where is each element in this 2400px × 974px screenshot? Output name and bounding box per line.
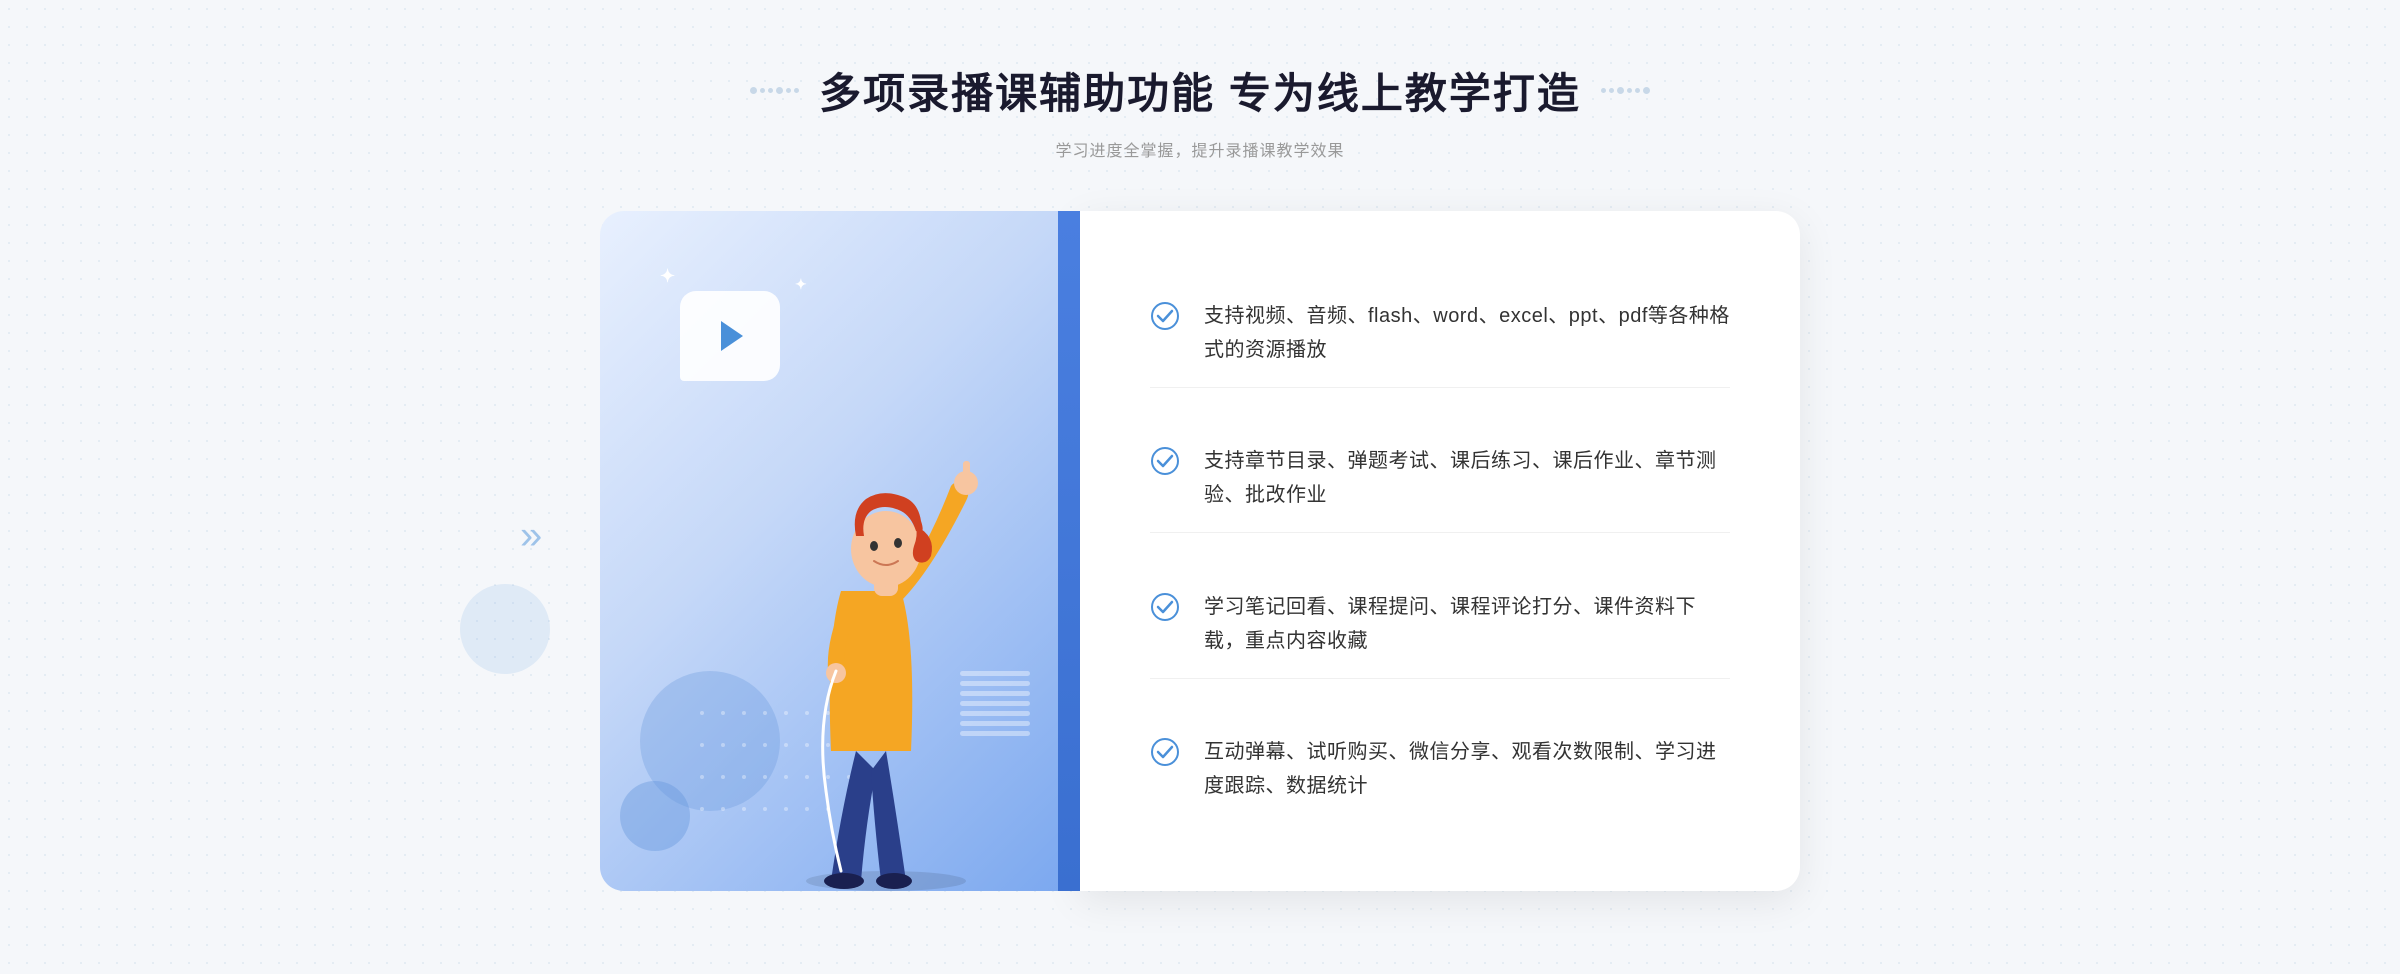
feature-text-1: 支持视频、音频、flash、word、excel、ppt、pdf等各种格式的资源… <box>1204 299 1730 367</box>
features-panel: 支持视频、音频、flash、word、excel、ppt、pdf等各种格式的资源… <box>1080 211 1800 891</box>
feature-item-2: 支持章节目录、弹题考试、课后练习、课后作业、章节测验、批改作业 <box>1150 424 1730 533</box>
check-icon-3 <box>1150 592 1180 622</box>
play-bubble <box>680 291 780 381</box>
left-chevron-decoration: » <box>520 513 542 558</box>
check-icon-1 <box>1150 301 1180 331</box>
main-title: 多项录播课辅助功能 专为线上教学打造 <box>819 60 1581 121</box>
page-container: 多项录播课辅助功能 专为线上教学打造 学习进度全掌握，提升录播课教学效果 ✦ ✦ <box>0 0 2400 974</box>
circle-small <box>620 781 690 851</box>
accent-bar <box>1058 211 1080 891</box>
feature-item-3: 学习笔记回看、课程提问、课程评论打分、课件资料下载，重点内容收藏 <box>1150 570 1730 679</box>
header-section: 多项录播课辅助功能 专为线上教学打造 学习进度全掌握，提升录播课教学效果 <box>750 60 1650 161</box>
feature-text-4: 互动弹幕、试听购买、微信分享、观看次数限制、学习进度跟踪、数据统计 <box>1204 735 1730 803</box>
subtitle: 学习进度全掌握，提升录播课教学效果 <box>750 137 1650 161</box>
check-icon-2 <box>1150 446 1180 476</box>
feature-text-2: 支持章节目录、弹题考试、课后练习、课后作业、章节测验、批改作业 <box>1204 444 1730 512</box>
sparkle-left: ✦ <box>660 266 675 287</box>
feature-item-4: 互动弹幕、试听购买、微信分享、观看次数限制、学习进度跟踪、数据统计 <box>1150 715 1730 823</box>
feature-item-1: 支持视频、音频、flash、word、excel、ppt、pdf等各种格式的资源… <box>1150 279 1730 388</box>
check-icon-4 <box>1150 737 1180 767</box>
illustration-area: ✦ ✦ <box>600 211 1080 891</box>
feature-text-3: 学习笔记回看、课程提问、课程评论打分、课件资料下载，重点内容收藏 <box>1204 590 1730 658</box>
play-icon <box>721 321 743 351</box>
title-row: 多项录播课辅助功能 专为线上教学打造 <box>750 60 1650 121</box>
content-section: ✦ ✦ <box>600 211 1800 891</box>
title-decoration-right <box>1601 87 1650 94</box>
title-decoration-left <box>750 87 799 94</box>
sparkle-right: ✦ <box>795 276 807 293</box>
person-illustration <box>756 371 1036 891</box>
far-left-circle <box>460 584 550 674</box>
